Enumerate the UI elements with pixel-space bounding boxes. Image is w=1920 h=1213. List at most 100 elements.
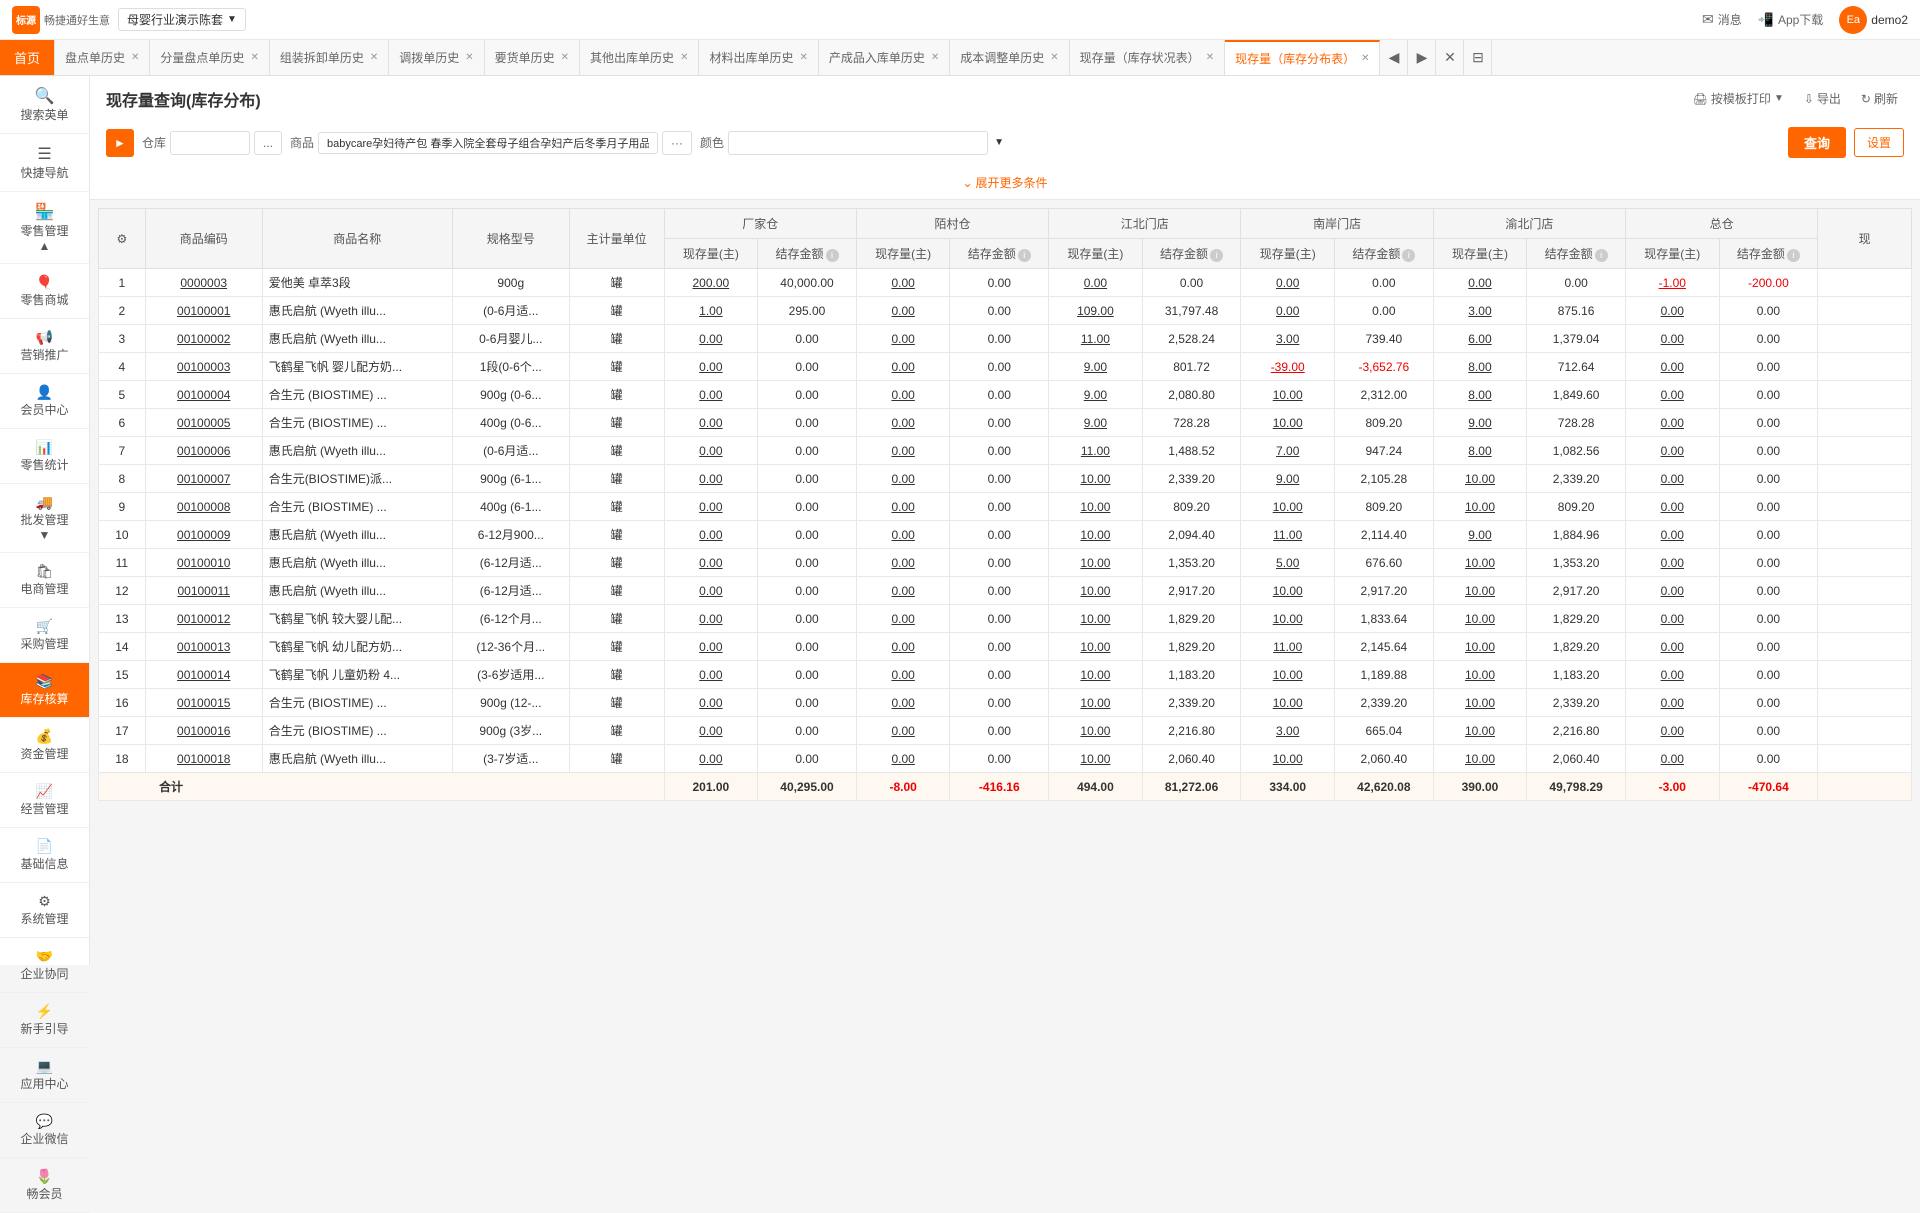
close-icon[interactable]: ✕: [1361, 53, 1369, 64]
row-w4-qty[interactable]: 11.00: [1241, 633, 1335, 661]
row-total-qty[interactable]: 0.00: [1626, 633, 1720, 661]
row-code[interactable]: 00100016: [145, 717, 262, 745]
row-w4-qty[interactable]: 10.00: [1241, 381, 1335, 409]
row-w3-qty[interactable]: 10.00: [1049, 745, 1143, 773]
query-button[interactable]: 查询: [1788, 127, 1846, 158]
row-total-qty[interactable]: -1.00: [1626, 269, 1720, 297]
goods-input[interactable]: [318, 132, 658, 154]
sidebar-item-guide[interactable]: ⚡ 新手引导: [0, 993, 89, 1048]
close-icon[interactable]: ✕: [370, 52, 378, 63]
sidebar-item-basic[interactable]: 📄 基础信息: [0, 828, 89, 883]
row-w3-qty[interactable]: 11.00: [1049, 437, 1143, 465]
close-icon[interactable]: ✕: [1206, 52, 1214, 63]
row-w2-qty[interactable]: 0.00: [856, 633, 950, 661]
row-w1-qty[interactable]: 0.00: [664, 689, 758, 717]
sidebar-item-app-center[interactable]: 💻 应用中心: [0, 1048, 89, 1103]
row-w2-qty[interactable]: 0.00: [856, 297, 950, 325]
row-total-qty[interactable]: 0.00: [1626, 577, 1720, 605]
row-w4-qty[interactable]: 5.00: [1241, 549, 1335, 577]
row-w3-qty[interactable]: 10.00: [1049, 689, 1143, 717]
row-w5-qty[interactable]: 10.00: [1433, 577, 1527, 605]
sidebar-item-finance[interactable]: 💰 资金管理: [0, 718, 89, 773]
row-w1-qty[interactable]: 0.00: [664, 605, 758, 633]
row-total-qty[interactable]: 0.00: [1626, 661, 1720, 689]
row-code[interactable]: 00100003: [145, 353, 262, 381]
tab-split-check[interactable]: 分量盘点单历史 ✕: [150, 40, 269, 76]
row-code[interactable]: 00100005: [145, 409, 262, 437]
row-code[interactable]: 00100011: [145, 577, 262, 605]
row-w4-qty[interactable]: 10.00: [1241, 661, 1335, 689]
row-w3-qty[interactable]: 10.00: [1049, 577, 1143, 605]
gear-icon[interactable]: ⚙: [105, 232, 139, 246]
row-w5-qty[interactable]: 9.00: [1433, 521, 1527, 549]
tab-prev-btn[interactable]: ◀: [1380, 40, 1408, 76]
warehouse-ellipsis-btn[interactable]: ...: [254, 131, 282, 155]
row-w1-qty[interactable]: 0.00: [664, 549, 758, 577]
row-w2-qty[interactable]: 0.00: [856, 605, 950, 633]
row-code[interactable]: 00100010: [145, 549, 262, 577]
row-code[interactable]: 00100001: [145, 297, 262, 325]
row-w1-qty[interactable]: 0.00: [664, 661, 758, 689]
row-w3-qty[interactable]: 9.00: [1049, 353, 1143, 381]
close-icon[interactable]: ✕: [131, 52, 139, 63]
warehouse-input[interactable]: [170, 131, 250, 155]
row-w4-qty[interactable]: 7.00: [1241, 437, 1335, 465]
goods-ellipsis-btn[interactable]: ···: [662, 131, 692, 155]
row-total-qty[interactable]: 0.00: [1626, 325, 1720, 353]
info-icon[interactable]: i: [1210, 249, 1223, 262]
tab-transfer[interactable]: 调拨单历史 ✕: [389, 40, 484, 76]
close-icon[interactable]: ✕: [465, 52, 473, 63]
info-icon[interactable]: i: [1018, 249, 1031, 262]
tab-product-in[interactable]: 产成品入库单历史 ✕: [819, 40, 950, 76]
sidebar-item-purchase[interactable]: 🛒 采购管理: [0, 608, 89, 663]
col-settings-header[interactable]: ⚙: [99, 209, 146, 269]
row-total-qty[interactable]: 0.00: [1626, 521, 1720, 549]
close-icon[interactable]: ✕: [680, 52, 688, 63]
row-total-qty[interactable]: 0.00: [1626, 437, 1720, 465]
row-w4-qty[interactable]: 11.00: [1241, 521, 1335, 549]
row-total-qty[interactable]: 0.00: [1626, 689, 1720, 717]
row-w1-qty[interactable]: 1.00: [664, 297, 758, 325]
row-w2-qty[interactable]: 0.00: [856, 409, 950, 437]
sidebar-item-member2[interactable]: 🌷 畅会员: [0, 1158, 89, 1213]
collapse-btn[interactable]: ►: [106, 129, 134, 157]
close-icon[interactable]: ✕: [799, 52, 807, 63]
tab-close-all-btn[interactable]: ✕: [1436, 40, 1464, 76]
row-w5-qty[interactable]: 10.00: [1433, 745, 1527, 773]
row-w3-qty[interactable]: 10.00: [1049, 605, 1143, 633]
industry-select[interactable]: 母婴行业演示陈套 ▼: [118, 8, 246, 31]
row-w4-qty[interactable]: 10.00: [1241, 493, 1335, 521]
sidebar-item-operation[interactable]: 📈 经营管理: [0, 773, 89, 828]
row-w2-qty[interactable]: 0.00: [856, 577, 950, 605]
row-w5-qty[interactable]: 8.00: [1433, 353, 1527, 381]
row-w4-qty[interactable]: 10.00: [1241, 577, 1335, 605]
row-w5-qty[interactable]: 9.00: [1433, 409, 1527, 437]
row-w1-qty[interactable]: 0.00: [664, 633, 758, 661]
row-w5-qty[interactable]: 3.00: [1433, 297, 1527, 325]
row-w3-qty[interactable]: 10.00: [1049, 493, 1143, 521]
row-w1-qty[interactable]: 0.00: [664, 577, 758, 605]
sidebar-item-ecommerce[interactable]: 🛍 电商管理: [0, 553, 89, 608]
row-code[interactable]: 00100013: [145, 633, 262, 661]
sidebar-item-wholesale[interactable]: 🚚 批发管理 ▼: [0, 484, 89, 553]
sidebar-item-wechat[interactable]: 💬 企业微信: [0, 1103, 89, 1158]
row-w4-qty[interactable]: 10.00: [1241, 605, 1335, 633]
user-area[interactable]: Ea demo2: [1839, 6, 1908, 34]
color-input[interactable]: [728, 131, 988, 155]
row-w5-qty[interactable]: 10.00: [1433, 465, 1527, 493]
row-code[interactable]: 0000003: [145, 269, 262, 297]
row-code[interactable]: 00100018: [145, 745, 262, 773]
row-total-qty[interactable]: 0.00: [1626, 381, 1720, 409]
row-total-qty[interactable]: 0.00: [1626, 717, 1720, 745]
row-w2-qty[interactable]: 0.00: [856, 269, 950, 297]
row-w4-qty[interactable]: 10.00: [1241, 745, 1335, 773]
row-w2-qty[interactable]: 0.00: [856, 325, 950, 353]
sidebar-item-member[interactable]: 👤 会员中心: [0, 374, 89, 429]
row-w3-qty[interactable]: 10.00: [1049, 661, 1143, 689]
row-w5-qty[interactable]: 8.00: [1433, 437, 1527, 465]
tab-material-out[interactable]: 材料出库单历史 ✕: [699, 40, 818, 76]
row-total-qty[interactable]: 0.00: [1626, 297, 1720, 325]
row-w2-qty[interactable]: 0.00: [856, 381, 950, 409]
tab-inventory-status[interactable]: 现存量（库存状况表） ✕: [1070, 40, 1225, 76]
row-w5-qty[interactable]: 8.00: [1433, 381, 1527, 409]
